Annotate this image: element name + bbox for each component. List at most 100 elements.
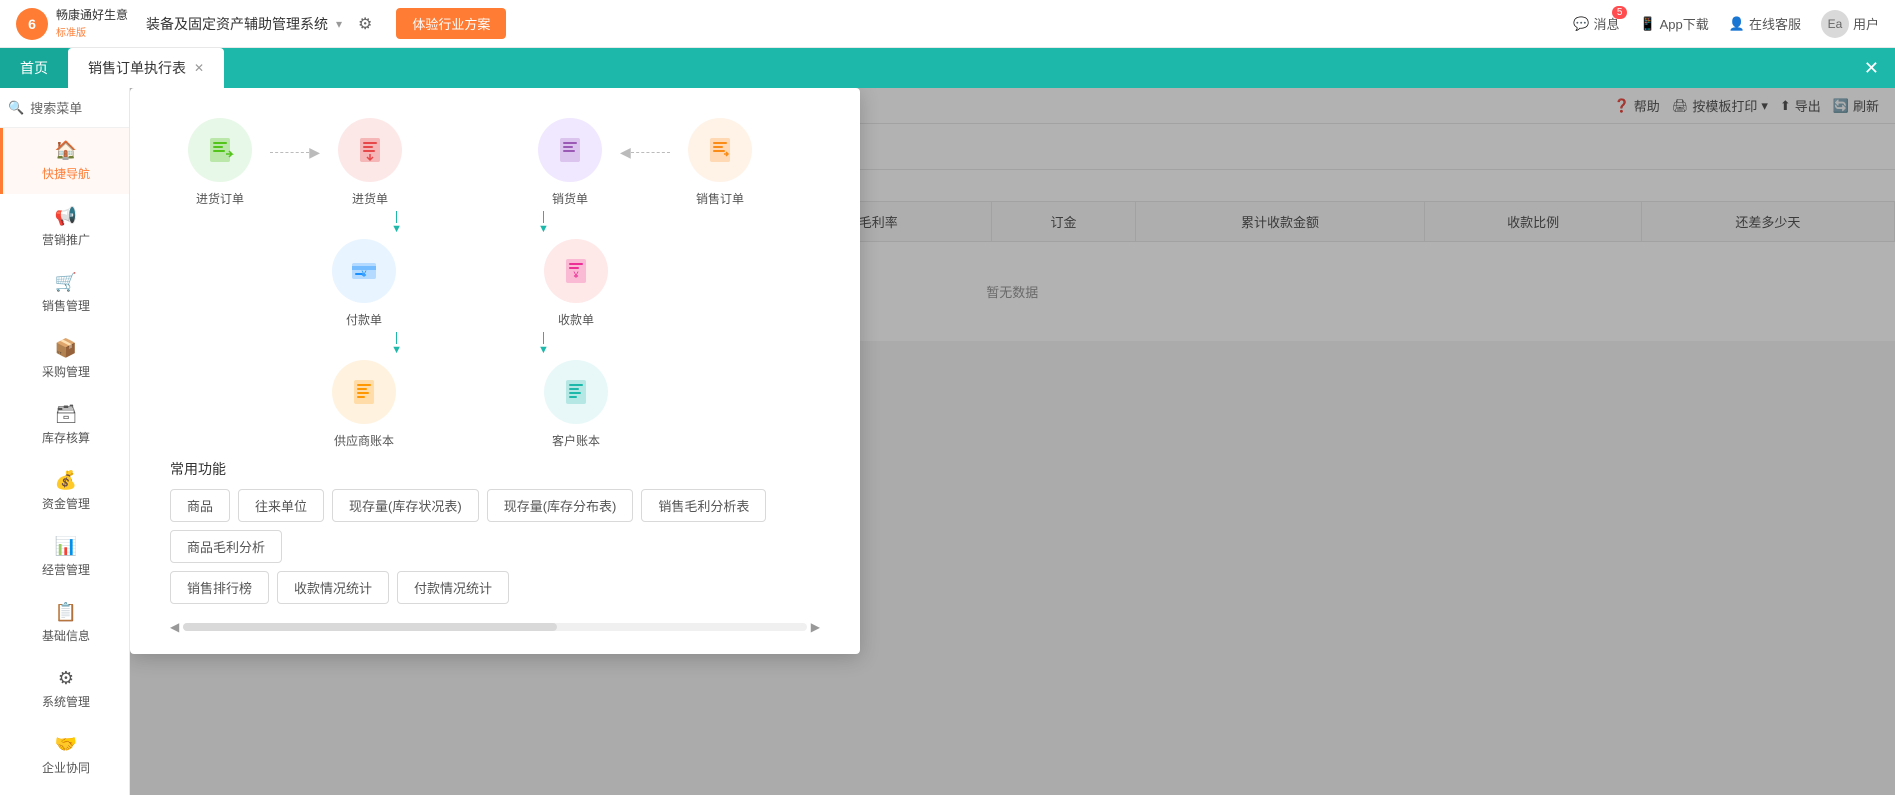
quick-nav-icon: 🏠: [55, 140, 77, 161]
tab-home-label: 首页: [20, 58, 48, 78]
user-label: 用户: [1853, 14, 1879, 33]
cf-btn-product[interactable]: 商品: [170, 489, 230, 522]
sidebar-item-newbie[interactable]: 🎓 新手引导: [0, 788, 129, 795]
inventory-icon: 🗃: [55, 404, 78, 425]
svg-text:¥: ¥: [360, 269, 367, 279]
quick-nav-label: 快捷导航: [42, 165, 90, 182]
popup-overlay: 进货订单 ▶: [130, 88, 1895, 795]
sales-label: 销售管理: [42, 297, 90, 314]
top-header: 6 畅康通好生意 标准版 装备及固定资产辅助管理系统 ▾ ⚙ 体验行业方案 💬 …: [0, 0, 1895, 48]
finance-icon: 💰: [55, 470, 77, 491]
search-menu-label: 搜索菜单: [30, 98, 82, 117]
tab-bar-close-icon[interactable]: ✕: [1864, 58, 1895, 79]
online-service-item[interactable]: 👤 在线客服: [1729, 14, 1801, 33]
sidebar-item-purchase[interactable]: 📦 采购管理: [0, 326, 129, 392]
enterprise-icon: 🤝: [55, 734, 77, 755]
sidebar-item-system[interactable]: ⚙ 系统管理: [0, 656, 129, 722]
settings-icon[interactable]: ⚙: [358, 14, 372, 34]
tab-bar: 首页 销售订单执行表 ✕ ✕: [0, 48, 1895, 88]
cf-btn-product-profit[interactable]: 商品毛利分析: [170, 530, 282, 563]
payment-label: 付款单: [346, 311, 382, 328]
online-service-icon: 👤: [1729, 16, 1745, 32]
payment-node[interactable]: ¥ 付款单: [314, 239, 414, 328]
purchase-order-node[interactable]: 进货订单: [170, 118, 270, 207]
tab-sales-order-exec[interactable]: 销售订单执行表 ✕: [68, 48, 224, 88]
message-icon: 💬: [1573, 16, 1589, 32]
cf-btn-receipt-stats[interactable]: 收款情况统计: [277, 571, 389, 604]
receipt-node[interactable]: ¥ 收款单: [526, 239, 626, 328]
sidebar-item-quick-nav[interactable]: 🏠 快捷导航: [0, 128, 129, 194]
app-download-icon: 📱: [1639, 16, 1655, 32]
logo-icon: 6: [16, 8, 48, 40]
scrollbar-track[interactable]: [183, 623, 807, 631]
common-functions-title: 常用功能: [170, 459, 820, 479]
sidebar-item-enterprise[interactable]: 🤝 企业协同: [0, 722, 129, 788]
scroll-left-icon[interactable]: ◀: [170, 620, 179, 634]
customer-account-node[interactable]: 客户账本: [526, 360, 626, 449]
payment-icon: ¥: [332, 239, 396, 303]
cf-btn-stock-status[interactable]: 现存量(库存状况表): [332, 489, 479, 522]
finance-label: 资金管理: [42, 495, 90, 512]
operation-label: 经营管理: [42, 561, 90, 578]
sales-bill-node[interactable]: 销货单: [520, 118, 620, 207]
receipt-icon: ¥: [544, 239, 608, 303]
tab-close-icon[interactable]: ✕: [194, 61, 204, 75]
sidebar-item-finance[interactable]: 💰 资金管理: [0, 458, 129, 524]
message-item[interactable]: 💬 消息 5: [1573, 14, 1619, 33]
sidebar-item-inventory[interactable]: 🗃 库存核算: [0, 392, 129, 458]
receipt-label: 收款单: [558, 311, 594, 328]
supplier-account-node[interactable]: 供应商账本: [314, 360, 414, 449]
purchase-order-label: 进货订单: [196, 190, 244, 207]
sidebar-item-marketing[interactable]: 📢 营销推广: [0, 194, 129, 260]
customer-account-icon: [544, 360, 608, 424]
purchase-bill-label: 进货单: [352, 190, 388, 207]
sidebar-item-sales[interactable]: 🛒 销售管理: [0, 260, 129, 326]
search-menu-item[interactable]: 🔍 搜索菜单: [0, 88, 129, 128]
marketing-label: 营销推广: [42, 231, 90, 248]
avatar: Ea: [1821, 10, 1849, 38]
system-dropdown-icon[interactable]: ▾: [336, 17, 342, 31]
svg-text:¥: ¥: [572, 270, 579, 280]
supplier-account-label: 供应商账本: [334, 432, 394, 449]
sidebar-item-operation[interactable]: 📊 经营管理: [0, 524, 129, 590]
popup-scrollbar: ◀ ▶: [170, 620, 820, 634]
message-badge: 5: [1612, 6, 1628, 19]
purchase-bill-icon: [338, 118, 402, 182]
common-functions-grid-2: 销售排行榜 收款情况统计 付款情况统计: [170, 571, 820, 604]
logo-text-block: 畅康通好生意 标准版: [56, 8, 128, 39]
purchase-icon: 📦: [55, 338, 77, 359]
purchase-bill-node[interactable]: 进货单: [320, 118, 420, 207]
logo-area: 6 畅康通好生意 标准版: [16, 8, 136, 40]
sales-icon: 🛒: [55, 272, 77, 293]
cf-btn-payment-stats[interactable]: 付款情况统计: [397, 571, 509, 604]
system-title: 装备及固定资产辅助管理系统 ▾ ⚙ 体验行业方案: [136, 8, 1573, 39]
scrollbar-thumb: [183, 623, 557, 631]
purchase-label: 采购管理: [42, 363, 90, 380]
search-menu-icon: 🔍: [8, 100, 24, 116]
main-layout: 🔍 搜索菜单 🏠 快捷导航 📢 营销推广 🛒 销售管理 📦 采购管理 🗃 库存核…: [0, 88, 1895, 795]
cf-btn-stock-dist[interactable]: 现存量(库存分布表): [487, 489, 634, 522]
avatar-text: Ea: [1828, 17, 1843, 31]
marketing-icon: 📢: [55, 206, 77, 227]
scroll-right-icon[interactable]: ▶: [811, 620, 820, 634]
operation-icon: 📊: [55, 536, 77, 557]
basic-info-icon: 📋: [55, 602, 77, 623]
cf-btn-sales-profit[interactable]: 销售毛利分析表: [641, 489, 766, 522]
cf-btn-partner[interactable]: 往来单位: [238, 489, 324, 522]
header-right: 💬 消息 5 📱 App下载 👤 在线客服 Ea 用户: [1573, 10, 1879, 38]
common-functions: 常用功能 商品 往来单位 现存量(库存状况表) 现存量(库存分布表) 销售毛利分…: [170, 459, 820, 604]
app-download-label: App下载: [1660, 14, 1709, 33]
common-functions-grid: 商品 往来单位 现存量(库存状况表) 现存量(库存分布表) 销售毛利分析表 商品…: [170, 489, 820, 563]
content-area: ❓ 帮助 🖨 按模板打印 ▾ ⬆ 导出 🔄 刷新 📅 单据状态: [130, 88, 1895, 795]
user-item[interactable]: Ea 用户: [1821, 10, 1879, 38]
sales-order-node[interactable]: 销售订单: [670, 118, 770, 207]
cf-btn-sales-rank[interactable]: 销售排行榜: [170, 571, 269, 604]
system-icon: ⚙: [58, 668, 74, 689]
purchase-order-icon: [188, 118, 252, 182]
sidebar-item-basic-info[interactable]: 📋 基础信息: [0, 590, 129, 656]
sales-bill-label: 销货单: [552, 190, 588, 207]
online-service-label: 在线客服: [1749, 14, 1801, 33]
trial-button[interactable]: 体验行业方案: [396, 8, 506, 39]
tab-home[interactable]: 首页: [0, 48, 68, 88]
app-download-item[interactable]: 📱 App下载: [1639, 14, 1708, 33]
